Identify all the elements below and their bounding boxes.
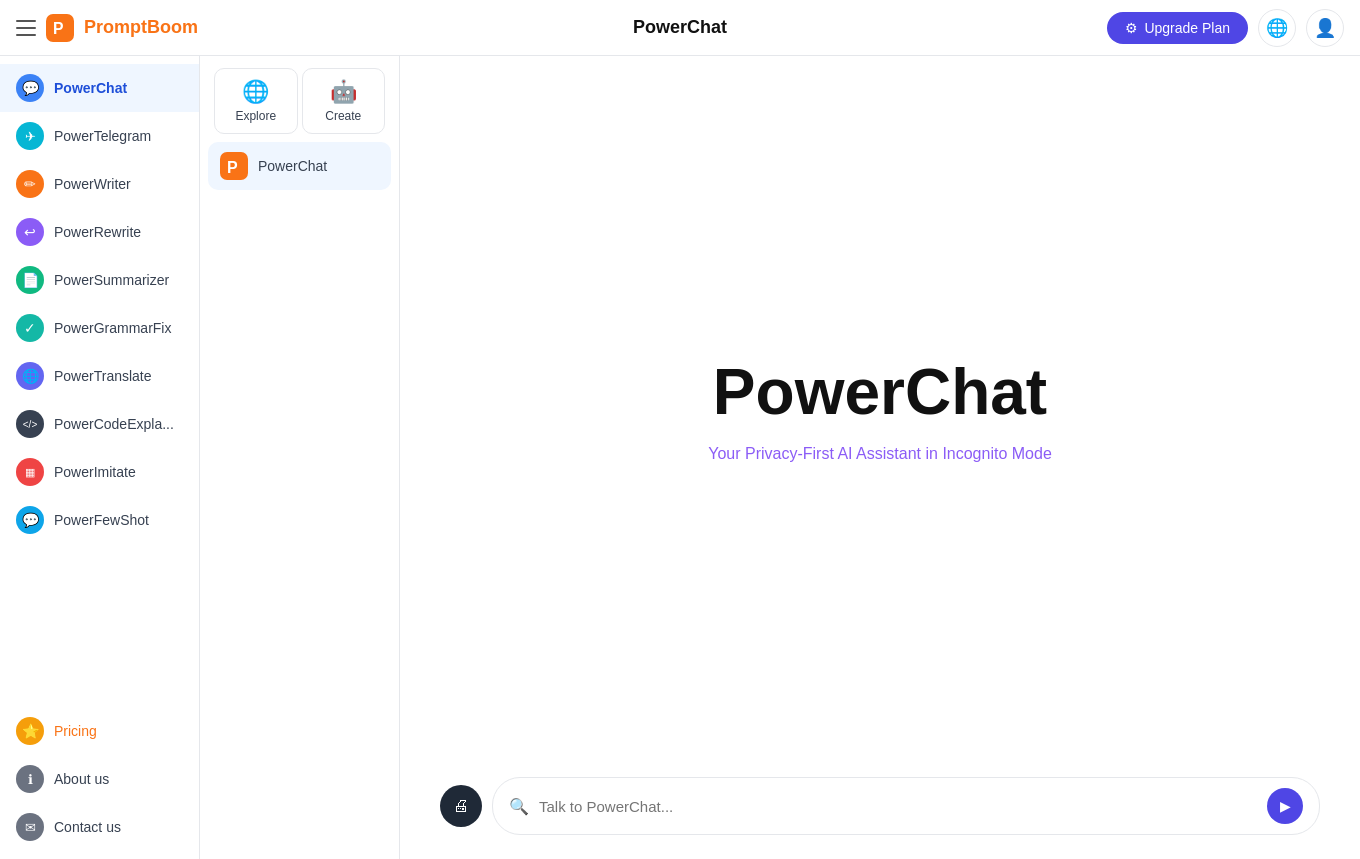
sidebar-item-powergrammarfix[interactable]: ✓ PowerGrammarFix	[0, 304, 199, 352]
sidebar-item-powertranslate[interactable]: 🌐 PowerTranslate	[0, 352, 199, 400]
sidebar-label-powerchat: PowerChat	[54, 80, 127, 96]
sidebar-label-powertelegram: PowerTelegram	[54, 128, 151, 144]
input-area: 🖨 🔍 ▶	[400, 761, 1360, 859]
sub-panel-tabs: 🌐 Explore 🤖 Create	[200, 56, 399, 134]
sidebar-item-powercodeexplain[interactable]: </> PowerCodeExplа...	[0, 400, 199, 448]
sidebar-item-aboutus[interactable]: ℹ About us	[0, 755, 199, 803]
powersummarizer-icon: 📄	[16, 266, 44, 294]
user-button[interactable]: 👤	[1306, 9, 1344, 47]
sidebar-item-contactus[interactable]: ✉ Contact us	[0, 803, 199, 851]
create-tab-label: Create	[325, 109, 361, 123]
powertelegram-icon: ✈	[16, 122, 44, 150]
sub-panel-logo: P	[220, 152, 248, 180]
sidebar-label-aboutus: About us	[54, 771, 109, 787]
sidebar-item-powerimitate[interactable]: ▦ PowerImitate	[0, 448, 199, 496]
svg-text:P: P	[227, 159, 238, 176]
main-layout: 💬 PowerChat ✈ PowerTelegram ✏ PowerWrite…	[0, 56, 1360, 859]
sidebar-label-powersummarizer: PowerSummarizer	[54, 272, 169, 288]
explore-tab-icon: 🌐	[242, 79, 269, 105]
sidebar-item-powerwriter[interactable]: ✏ PowerWriter	[0, 160, 199, 208]
sidebar-item-powerfewshot[interactable]: 💬 PowerFewShot	[0, 496, 199, 544]
sub-panel: 🌐 Explore 🤖 Create P PowerChat	[200, 56, 400, 859]
sidebar-item-pricing[interactable]: ⭐ Pricing	[0, 707, 199, 755]
header-left: P PromptBoom	[16, 14, 198, 42]
upgrade-label: Upgrade Plan	[1144, 20, 1230, 36]
explore-tab-label: Explore	[235, 109, 276, 123]
sub-panel-item-label: PowerChat	[258, 158, 327, 174]
powerimitate-icon: ▦	[16, 458, 44, 486]
powercodeexplain-icon: </>	[16, 410, 44, 438]
mic-button[interactable]: 🖨	[440, 785, 482, 827]
powerrewrite-icon: ↩	[16, 218, 44, 246]
sidebar-item-powersummarizer[interactable]: 📄 PowerSummarizer	[0, 256, 199, 304]
user-icon: 👤	[1314, 17, 1336, 39]
upgrade-icon: ⚙	[1125, 20, 1138, 36]
sidebar-label-powerwriter: PowerWriter	[54, 176, 131, 192]
globe-icon: 🌐	[1266, 17, 1288, 39]
sidebar-label-pricing: Pricing	[54, 723, 97, 739]
powerfewshot-icon: 💬	[16, 506, 44, 534]
tab-create[interactable]: 🤖 Create	[302, 68, 386, 134]
main-content: PowerChat Your Privacy-First AI Assistan…	[400, 56, 1360, 859]
mic-icon: 🖨	[453, 797, 469, 815]
create-tab-icon: 🤖	[330, 79, 357, 105]
sidebar-item-powerchat[interactable]: 💬 PowerChat	[0, 64, 199, 112]
sidebar-item-powerrewrite[interactable]: ↩ PowerRewrite	[0, 208, 199, 256]
pricing-icon: ⭐	[16, 717, 44, 745]
brand-name: PromptBoom	[84, 17, 198, 38]
upgrade-button[interactable]: ⚙ Upgrade Plan	[1107, 12, 1248, 44]
hamburger-menu[interactable]	[16, 20, 36, 36]
main-title: PowerChat	[713, 355, 1047, 429]
sidebar: 💬 PowerChat ✈ PowerTelegram ✏ PowerWrite…	[0, 56, 200, 859]
brand-prefix: Prompt	[84, 17, 147, 37]
sidebar-label-powerfewshot: PowerFewShot	[54, 512, 149, 528]
tab-explore[interactable]: 🌐 Explore	[214, 68, 298, 134]
powerwriter-icon: ✏	[16, 170, 44, 198]
globe-button[interactable]: 🌐	[1258, 9, 1296, 47]
sidebar-label-powertranslate: PowerTranslate	[54, 368, 152, 384]
chat-input[interactable]	[539, 798, 1257, 815]
sidebar-item-powertelegram[interactable]: ✈ PowerTelegram	[0, 112, 199, 160]
logo-icon: P	[46, 14, 74, 42]
header: P PromptBoom PowerChat ⚙ Upgrade Plan 🌐 …	[0, 0, 1360, 56]
sub-panel-powerchat-item[interactable]: P PowerChat	[208, 142, 391, 190]
sidebar-label-powerrewrite: PowerRewrite	[54, 224, 141, 240]
sidebar-label-powergrammarfix: PowerGrammarFix	[54, 320, 171, 336]
powergrammarfix-icon: ✓	[16, 314, 44, 342]
main-subtitle: Your Privacy-First AI Assistant in Incog…	[708, 445, 1052, 463]
header-right: ⚙ Upgrade Plan 🌐 👤	[1107, 9, 1344, 47]
send-icon: ▶	[1280, 798, 1291, 814]
aboutus-icon: ℹ	[16, 765, 44, 793]
sidebar-label-powerimitate: PowerImitate	[54, 464, 136, 480]
powerchat-icon: 💬	[16, 74, 44, 102]
search-icon: 🔍	[509, 797, 529, 816]
svg-text:P: P	[53, 20, 64, 37]
sidebar-label-powercodeexplain: PowerCodeExplа...	[54, 416, 174, 432]
send-button[interactable]: ▶	[1267, 788, 1303, 824]
sidebar-label-contactus: Contact us	[54, 819, 121, 835]
sub-panel-content: P PowerChat	[200, 134, 399, 859]
header-title: PowerChat	[633, 17, 727, 38]
brand-suffix: Boom	[147, 17, 198, 37]
contactus-icon: ✉	[16, 813, 44, 841]
main-body: PowerChat Your Privacy-First AI Assistan…	[400, 56, 1360, 761]
chat-input-wrapper: 🔍 ▶	[492, 777, 1320, 835]
powertranslate-icon: 🌐	[16, 362, 44, 390]
